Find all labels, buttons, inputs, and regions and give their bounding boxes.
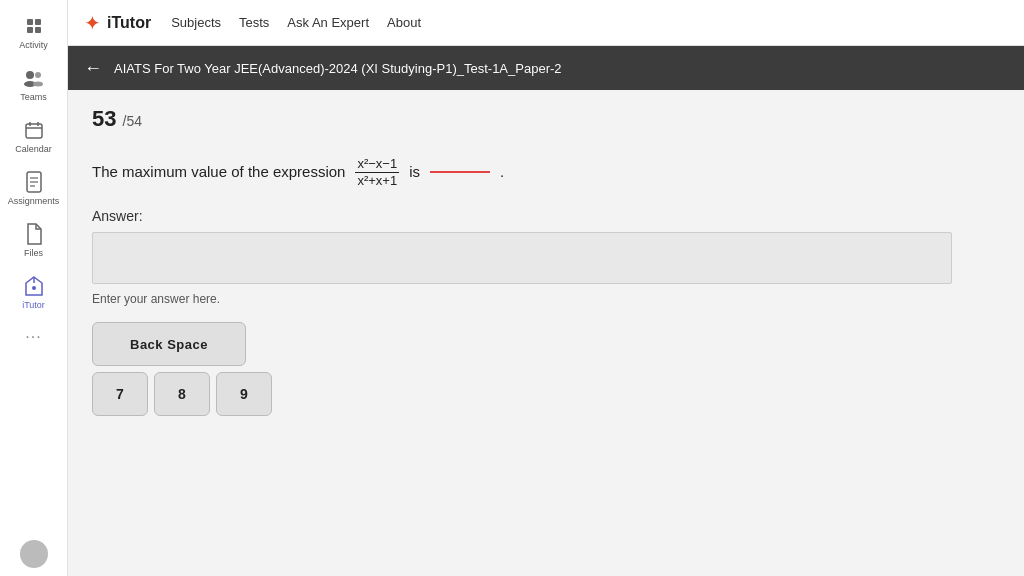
sidebar-item-activity-label: Activity (19, 40, 48, 50)
sidebar-item-activity[interactable]: Activity (0, 8, 67, 56)
svg-point-4 (26, 71, 34, 79)
back-button[interactable]: ← (84, 58, 102, 79)
answer-input-box[interactable] (92, 232, 952, 284)
keypad-row-1: 7 8 9 (92, 372, 392, 416)
sidebar-item-calendar-label: Calendar (15, 144, 52, 154)
calendar-icon (22, 118, 46, 142)
helper-text: Enter your answer here. (92, 292, 1000, 306)
topnav-subjects[interactable]: Subjects (171, 15, 221, 30)
sidebar-item-teams[interactable]: Teams (0, 60, 67, 108)
question-text: The maximum value of the expression x²−x… (92, 156, 1000, 188)
logo: ✦ iTutor (84, 11, 151, 35)
question-text-before: The maximum value of the expression (92, 160, 345, 184)
sidebar-item-teams-label: Teams (20, 92, 47, 102)
sidebar-item-files[interactable]: Files (0, 216, 67, 264)
sidebar-item-files-label: Files (24, 248, 43, 258)
topnav-ask-expert[interactable]: Ask An Expert (287, 15, 369, 30)
sidebar-item-assignments-label: Assignments (8, 196, 60, 206)
keypad-row-backspace: Back Space (92, 322, 392, 366)
sidebar-item-assignments[interactable]: Assignments (0, 164, 67, 212)
svg-point-7 (33, 82, 43, 87)
svg-point-5 (35, 72, 41, 78)
sidebar: Activity Teams Calendar (0, 0, 68, 576)
logo-icon: ✦ (84, 11, 101, 35)
sidebar-item-calendar[interactable]: Calendar (0, 112, 67, 160)
topnav: ✦ iTutor Subjects Tests Ask An Expert Ab… (68, 0, 1024, 46)
content-area: 53 /54 The maximum value of the expressi… (68, 90, 1024, 576)
topnav-links: Subjects Tests Ask An Expert About (171, 15, 421, 30)
logo-text: iTutor (107, 14, 151, 32)
files-icon (22, 222, 46, 246)
breadcrumb-text: AIATS For Two Year JEE(Advanced)-2024 (X… (114, 61, 562, 76)
main-content: ✦ iTutor Subjects Tests Ask An Expert Ab… (68, 0, 1024, 576)
answer-blank (430, 171, 490, 173)
topnav-about[interactable]: About (387, 15, 421, 30)
svg-rect-8 (26, 124, 42, 138)
key-9[interactable]: 9 (216, 372, 272, 416)
key-7[interactable]: 7 (92, 372, 148, 416)
assignments-icon (22, 170, 46, 194)
sidebar-more[interactable]: ... (25, 324, 41, 342)
sidebar-bottom (20, 540, 48, 576)
question-total: /54 (123, 113, 142, 129)
teams-icon (22, 66, 46, 90)
question-text-after: is (409, 160, 420, 184)
topnav-tests[interactable]: Tests (239, 15, 269, 30)
svg-rect-1 (35, 19, 41, 25)
key-8[interactable]: 8 (154, 372, 210, 416)
answer-label: Answer: (92, 208, 1000, 224)
svg-rect-3 (35, 27, 41, 33)
fraction-denominator: x²+x+1 (355, 173, 399, 189)
keypad: Back Space 7 8 9 (92, 322, 392, 416)
fraction-numerator: x²−x−1 (355, 156, 399, 173)
fraction: x²−x−1 x²+x+1 (355, 156, 399, 188)
svg-rect-2 (27, 27, 33, 33)
breadcrumb-bar: ← AIATS For Two Year JEE(Advanced)-2024 … (68, 46, 1024, 90)
backspace-button[interactable]: Back Space (92, 322, 246, 366)
sidebar-item-itutor[interactable]: iTutor (0, 268, 67, 316)
itutor-icon (22, 274, 46, 298)
svg-rect-0 (27, 19, 33, 25)
sidebar-item-itutor-label: iTutor (22, 300, 45, 310)
activity-icon (22, 14, 46, 38)
question-number: 53 /54 (92, 106, 1000, 132)
svg-point-17 (32, 286, 36, 290)
